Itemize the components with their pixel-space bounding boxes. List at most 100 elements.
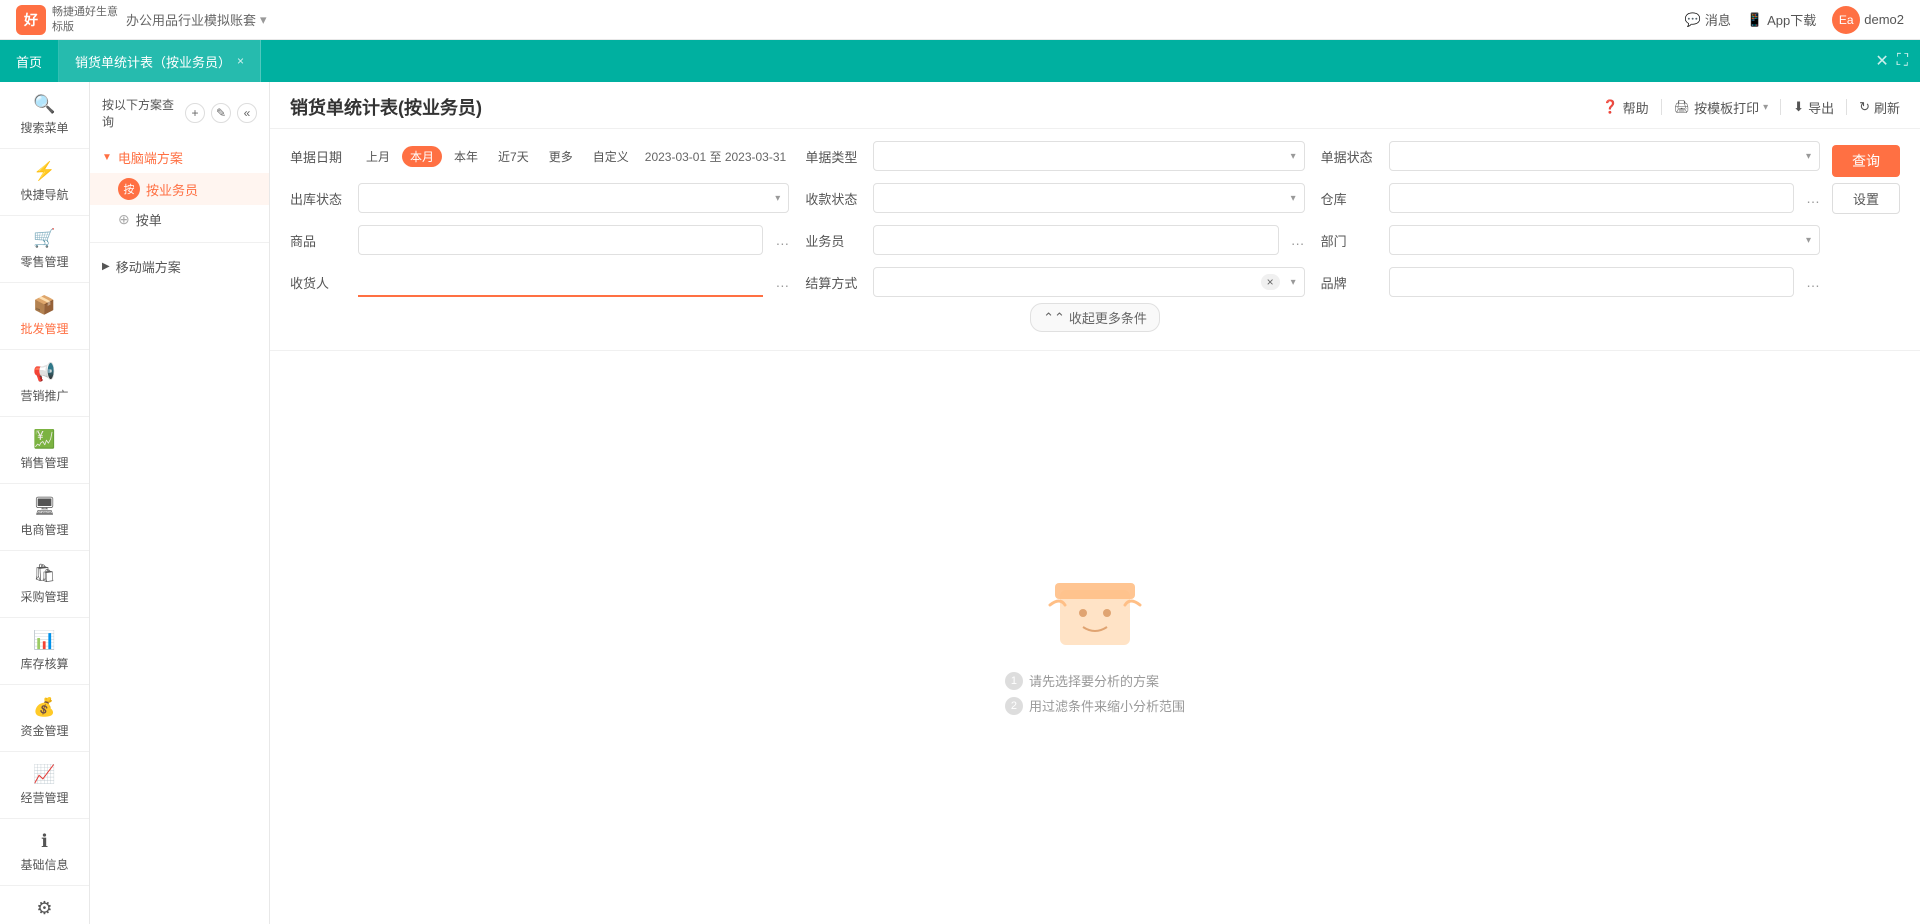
tree-item-by-salesman[interactable]: 按 按业务员 [90, 173, 269, 205]
date-btn-7days[interactable]: 近7天 [490, 146, 537, 167]
sidebar-item-ecommerce[interactable]: 🖥 电商管理 [0, 484, 89, 551]
export-btn[interactable]: ⬇ 导出 [1793, 98, 1834, 117]
app-logo: 好 畅捷通好生意 标版 [16, 5, 118, 35]
tree-toggle-icon: ▼ [102, 152, 112, 163]
receivestatus-label: 收款状态 [805, 189, 865, 208]
date-btn-more[interactable]: 更多 [541, 146, 581, 167]
doctype-select[interactable]: ▾ [873, 141, 1304, 171]
consignee-dots-btn[interactable]: … [775, 274, 789, 290]
order-icon: ⊕ [118, 211, 130, 228]
logo-icon: 好 [16, 5, 46, 35]
avatar-image: Ea [1832, 6, 1860, 34]
brand-dots-btn[interactable]: … [1806, 274, 1820, 290]
outstatus-label: 出库状态 [290, 189, 350, 208]
docstatus-arrow-icon: ▾ [1806, 151, 1811, 162]
consignee-input[interactable] [358, 267, 763, 297]
tree-section-divider [90, 242, 269, 243]
filter-rows-wrapper: 单据日期 上月 本月 本年 近7天 更多 自定义 2023-03-01 至 20… [290, 141, 1900, 297]
quick-icon: ⚡ [33, 161, 55, 182]
warehouse-dots-btn[interactable]: … [1806, 190, 1820, 206]
sidebar-item-system[interactable]: ⚙ 系统管理 [0, 886, 89, 924]
filter-brand-col: 品牌 … [1321, 267, 1820, 297]
wholesale-icon: 📦 [33, 295, 55, 316]
filter-doctype-col: 单据类型 ▾ [805, 141, 1304, 171]
system-icon: ⚙ [36, 898, 52, 919]
receivestatus-arrow-icon: ▾ [1291, 193, 1296, 204]
paymethod-label: 结算方式 [805, 273, 865, 292]
tree-desktop-group[interactable]: ▼ 电脑端方案 [90, 142, 269, 173]
date-btn-last-month[interactable]: 上月 [358, 146, 398, 167]
add-scheme-btn[interactable]: + [185, 103, 205, 123]
date-btn-this-year[interactable]: 本年 [446, 146, 486, 167]
date-btn-this-month[interactable]: 本月 [402, 146, 442, 167]
tree-desktop-section: ▼ 电脑端方案 按 按业务员 ⊕ 按单 [90, 138, 269, 238]
top-bar: 好 畅捷通好生意 标版 办公用品行业模拟账套 ▾ 💬 消息 📱 App下载 Ea… [0, 0, 1920, 40]
sidebar-item-wholesale[interactable]: 📦 批发管理 [0, 283, 89, 350]
doctype-label: 单据类型 [805, 147, 865, 166]
filter-dept-col: 部门 ▾ [1321, 225, 1820, 255]
goods-input[interactable] [358, 225, 763, 255]
message-btn[interactable]: 💬 消息 [1685, 10, 1731, 29]
paymethod-select[interactable]: × ▾ [873, 267, 1304, 297]
dept-select[interactable]: ▾ [1389, 225, 1820, 255]
filter-receivestatus-col: 收款状态 ▾ [805, 183, 1304, 213]
sidebar-item-marketing[interactable]: 📢 营销推广 [0, 350, 89, 417]
brand-label: 品牌 [1321, 273, 1381, 292]
sidebar-item-operation[interactable]: 📈 经营管理 [0, 752, 89, 819]
help-btn[interactable]: ❓ 帮助 [1602, 98, 1648, 117]
print-btn[interactable]: 🖨 按模板打印 ▾ [1674, 98, 1769, 117]
marketing-icon: 📢 [33, 362, 55, 383]
app-download-btn[interactable]: 📱 App下载 [1747, 10, 1816, 29]
sidebar-item-search[interactable]: 🔍 搜索菜单 [0, 82, 89, 149]
top-bar-left: 好 畅捷通好生意 标版 办公用品行业模拟账套 ▾ [16, 5, 267, 35]
query-btn[interactable]: 查询 [1832, 145, 1900, 177]
breadcrumb[interactable]: 办公用品行业模拟账套 ▾ [126, 10, 267, 29]
empty-step-1: 1 请先选择要分析的方案 [1005, 671, 1185, 690]
sidebar-item-basic[interactable]: ℹ 基础信息 [0, 819, 89, 886]
docstatus-select[interactable]: ▾ [1389, 141, 1820, 171]
sidebar-item-retail[interactable]: 🛒 零售管理 [0, 216, 89, 283]
paymethod-close-icon[interactable]: × [1267, 275, 1274, 289]
consignee-label: 收货人 [290, 273, 350, 292]
goods-dots-btn[interactable]: … [775, 232, 789, 248]
sidebar-item-inventory[interactable]: 📊 库存核算 [0, 618, 89, 685]
date-label: 单据日期 [290, 147, 350, 166]
empty-state: 1 请先选择要分析的方案 2 用过滤条件来缩小分析范围 [270, 351, 1920, 924]
tab-active[interactable]: 销货单统计表（按业务员） × [59, 40, 261, 82]
tree-mobile-group[interactable]: ▶ 移动端方案 [90, 251, 269, 282]
date-btn-custom[interactable]: 自定义 [585, 146, 637, 167]
refresh-btn[interactable]: ↻ 刷新 [1859, 98, 1900, 117]
receivestatus-select[interactable]: ▾ [873, 183, 1304, 213]
step-num-2: 2 [1005, 697, 1023, 715]
user-avatar[interactable]: Ea demo2 [1832, 6, 1904, 34]
salesman-input[interactable] [873, 225, 1278, 255]
tab-home[interactable]: 首页 [0, 40, 59, 82]
warehouse-input[interactable] [1389, 183, 1794, 213]
tab-close-window-icon[interactable]: ✕ [1875, 51, 1888, 71]
filter-row-2: 出库状态 ▾ 收款状态 ▾ [290, 183, 1820, 213]
sidebar-item-quick[interactable]: ⚡ 快捷导航 [0, 149, 89, 216]
sales-icon: 💹 [33, 429, 55, 450]
collapse-panel-btn[interactable]: « [237, 103, 257, 123]
sidebar-item-sales[interactable]: 💹 销售管理 [0, 417, 89, 484]
sidebar-item-finance[interactable]: 💰 资金管理 [0, 685, 89, 752]
sidebar-item-purchase[interactable]: 🛍 采购管理 [0, 551, 89, 618]
paymethod-clear-tag[interactable]: × [1261, 274, 1280, 290]
logo-text: 畅捷通好生意 标版 [52, 5, 118, 34]
outstatus-select[interactable]: ▾ [358, 183, 789, 213]
message-icon: 💬 [1685, 12, 1701, 28]
filter-salesman-col: 业务员 … [805, 225, 1304, 255]
retail-icon: 🛒 [33, 228, 55, 249]
filter-row-4: 收货人 … 结算方式 × [290, 267, 1820, 297]
collapse-btn[interactable]: ⌃⌃ 收起更多条件 [1030, 303, 1160, 332]
left-panel: 按以下方案查询 + ✎ « ▼ 电脑端方案 按 按业务员 ⊕ 按单 [90, 82, 270, 924]
empty-step-2: 2 用过滤条件来缩小分析范围 [1005, 696, 1185, 715]
salesman-dots-btn[interactable]: … [1291, 232, 1305, 248]
tab-close-icon[interactable]: × [237, 54, 244, 68]
brand-input[interactable] [1389, 267, 1794, 297]
collapse-row: ⌃⌃ 收起更多条件 [290, 297, 1900, 338]
tree-item-by-order[interactable]: ⊕ 按单 [90, 205, 269, 234]
tab-maximize-icon[interactable]: ⛶ [1897, 52, 1908, 70]
edit-scheme-btn[interactable]: ✎ [211, 103, 231, 123]
settings-btn[interactable]: 设置 [1832, 183, 1900, 214]
